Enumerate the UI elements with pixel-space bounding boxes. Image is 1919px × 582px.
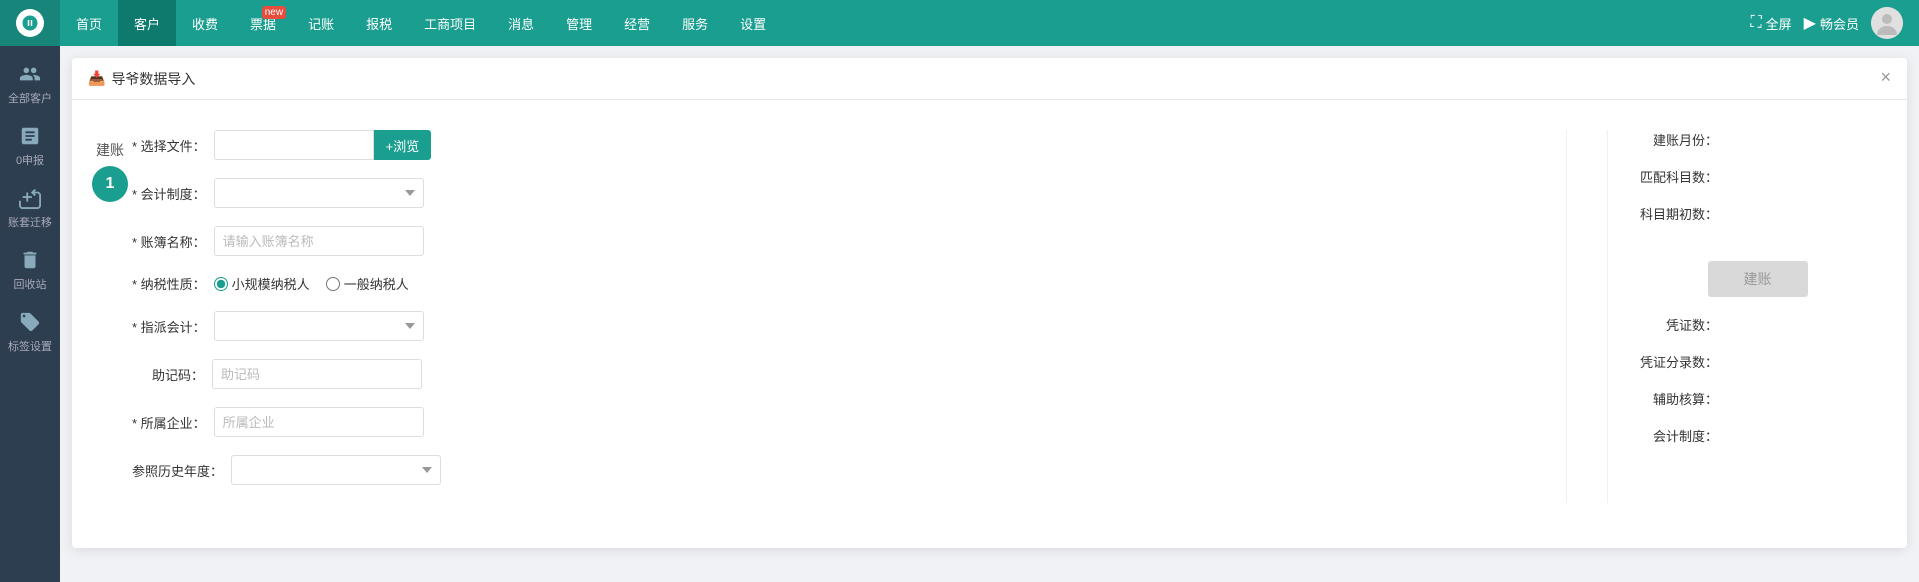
general-taxpayer-option[interactable]: 一般纳税人	[326, 274, 409, 293]
reference-year-select[interactable]	[231, 455, 441, 485]
voucher-entries-label: 凭证分录数：	[1628, 352, 1718, 371]
file-select-row: * 选择文件： +浏览	[132, 130, 1546, 160]
nav-item-tax[interactable]: 报税	[350, 0, 408, 46]
sidebar-label-trash: 回收站	[14, 276, 47, 292]
sidebar-item-tags[interactable]: 标签设置	[2, 302, 58, 360]
all-clients-icon	[18, 62, 42, 86]
right-accounting-system-label: 会计制度：	[1628, 426, 1718, 445]
declare-icon	[18, 124, 42, 148]
import-icon: 📥	[88, 70, 105, 87]
tags-icon	[18, 310, 42, 334]
accounting-system-select[interactable]	[214, 178, 424, 208]
small-taxpayer-radio[interactable]	[214, 277, 228, 291]
main-content: 📥 导爷数据导入 × 建账 1 * 选择文件：	[60, 46, 1919, 582]
nav-right: ⛶ 全屏 ▶ 畅会员	[1750, 7, 1919, 39]
general-taxpayer-radio[interactable]	[326, 277, 340, 291]
tax-type-radio-group: 小规模纳税人 一般纳税人	[214, 274, 409, 293]
accounting-system-row: * 会计制度：	[132, 178, 1546, 208]
step-label: 建账 1	[92, 130, 128, 202]
step-circle: 1	[92, 166, 128, 202]
nav-items: 首页 客户 收费 票据 new 记账 报税 工商项目 消息 管理 经营 服务 设…	[60, 0, 1750, 46]
belong-enterprise-input[interactable]	[214, 407, 424, 437]
sidebar: 全部客户 0申报 账套迁移 回收站 标签设置	[0, 46, 60, 582]
tax-type-row: * 纳税性质： 小规模纳税人 一般纳税人	[132, 274, 1546, 293]
sidebar-item-migrate[interactable]: 账套迁移	[2, 178, 58, 236]
dialog-body: 建账 1 * 选择文件： +浏览	[72, 100, 1907, 523]
fullscreen-btn[interactable]: ⛶ 全屏	[1750, 14, 1791, 33]
nav-item-settings[interactable]: 设置	[724, 0, 782, 46]
assigned-accountant-row: * 指派会计：	[132, 311, 1546, 341]
sidebar-label-migrate: 账套迁移	[8, 214, 52, 230]
member-btn[interactable]: ▶ 畅会员	[1804, 13, 1859, 33]
new-badge: new	[262, 6, 286, 19]
logo[interactable]	[0, 0, 60, 46]
right-accounting-system-row: 会计制度：	[1628, 426, 1887, 445]
close-button[interactable]: ×	[1880, 68, 1891, 86]
match-subjects-label: 匹配科目数：	[1628, 167, 1718, 186]
dialog-title: 导爷数据导入	[111, 69, 195, 89]
general-taxpayer-label: 一般纳税人	[344, 274, 409, 293]
memo-code-label: 助记码：	[132, 365, 204, 384]
sidebar-item-all-clients[interactable]: 全部客户	[2, 54, 58, 112]
build-account-button[interactable]: 建账	[1708, 261, 1808, 297]
nav-item-charges[interactable]: 收费	[176, 0, 234, 46]
vertical-divider	[1566, 130, 1567, 503]
file-text-input[interactable]	[214, 130, 374, 160]
sidebar-item-trash[interactable]: 回收站	[2, 240, 58, 298]
trash-icon	[18, 248, 42, 272]
nav-item-service[interactable]: 服务	[666, 0, 724, 46]
assigned-accountant-select[interactable]	[214, 311, 424, 341]
right-info-section: 建账月份： 匹配科目数： 科目期初数： 建账	[1607, 130, 1887, 503]
reference-year-row: 参照历史年度：	[132, 455, 1546, 485]
nav-item-operation[interactable]: 经营	[608, 0, 666, 46]
belong-enterprise-row: * 所属企业：	[132, 407, 1546, 437]
ledger-name-row: * 账簿名称：	[132, 226, 1546, 256]
auxiliary-label: 辅助核算：	[1628, 389, 1718, 408]
sidebar-label-all-clients: 全部客户	[8, 90, 52, 106]
ledger-name-label: * 账簿名称：	[132, 232, 206, 251]
build-month-row: 建账月份：	[1628, 130, 1887, 149]
nav-item-home[interactable]: 首页	[60, 0, 118, 46]
ledger-name-input[interactable]	[214, 226, 424, 256]
assigned-accountant-label: * 指派会计：	[132, 317, 206, 336]
build-btn-wrap: 建账	[1628, 261, 1887, 297]
voucher-count-label: 凭证数：	[1628, 315, 1718, 334]
step-text: 建账	[96, 140, 124, 160]
sidebar-label-tags: 标签设置	[8, 338, 52, 354]
nav-item-manage[interactable]: 管理	[550, 0, 608, 46]
voucher-count-row: 凭证数：	[1628, 315, 1887, 334]
nav-item-tickets[interactable]: 票据 new	[234, 0, 292, 46]
tax-type-label: * 纳税性质：	[132, 274, 206, 293]
nav-item-clients[interactable]: 客户	[118, 0, 176, 46]
nav-item-accounting[interactable]: 记账	[292, 0, 350, 46]
subject-initial-row: 科目期初数：	[1628, 204, 1887, 223]
match-subjects-row: 匹配科目数：	[1628, 167, 1887, 186]
file-input-wrap: +浏览	[214, 130, 432, 160]
memo-code-input[interactable]	[212, 359, 422, 389]
file-label: * 选择文件：	[132, 136, 206, 155]
subject-initial-label: 科目期初数：	[1628, 204, 1718, 223]
nav-item-messages[interactable]: 消息	[492, 0, 550, 46]
nav-item-business[interactable]: 工商项目	[408, 0, 492, 46]
dialog-header: 📥 导爷数据导入	[72, 58, 1907, 100]
small-taxpayer-option[interactable]: 小规模纳税人	[214, 274, 310, 293]
sidebar-item-declare[interactable]: 0申报	[2, 116, 58, 174]
build-month-label: 建账月份：	[1628, 130, 1718, 149]
sidebar-label-declare: 0申报	[16, 152, 44, 168]
voucher-entries-row: 凭证分录数：	[1628, 352, 1887, 371]
small-taxpayer-label: 小规模纳税人	[232, 274, 310, 293]
auxiliary-row: 辅助核算：	[1628, 389, 1887, 408]
reference-year-label: 参照历史年度：	[132, 461, 223, 480]
belong-enterprise-label: * 所属企业：	[132, 413, 206, 432]
dialog: 📥 导爷数据导入 × 建账 1 * 选择文件：	[72, 58, 1907, 548]
accounting-system-label: * 会计制度：	[132, 184, 206, 203]
form-area: * 选择文件： +浏览 * 会计制度：	[132, 130, 1546, 503]
browse-button[interactable]: +浏览	[374, 130, 432, 160]
avatar[interactable]	[1871, 7, 1903, 39]
migrate-icon	[18, 186, 42, 210]
memo-code-row: 助记码：	[132, 359, 1546, 389]
